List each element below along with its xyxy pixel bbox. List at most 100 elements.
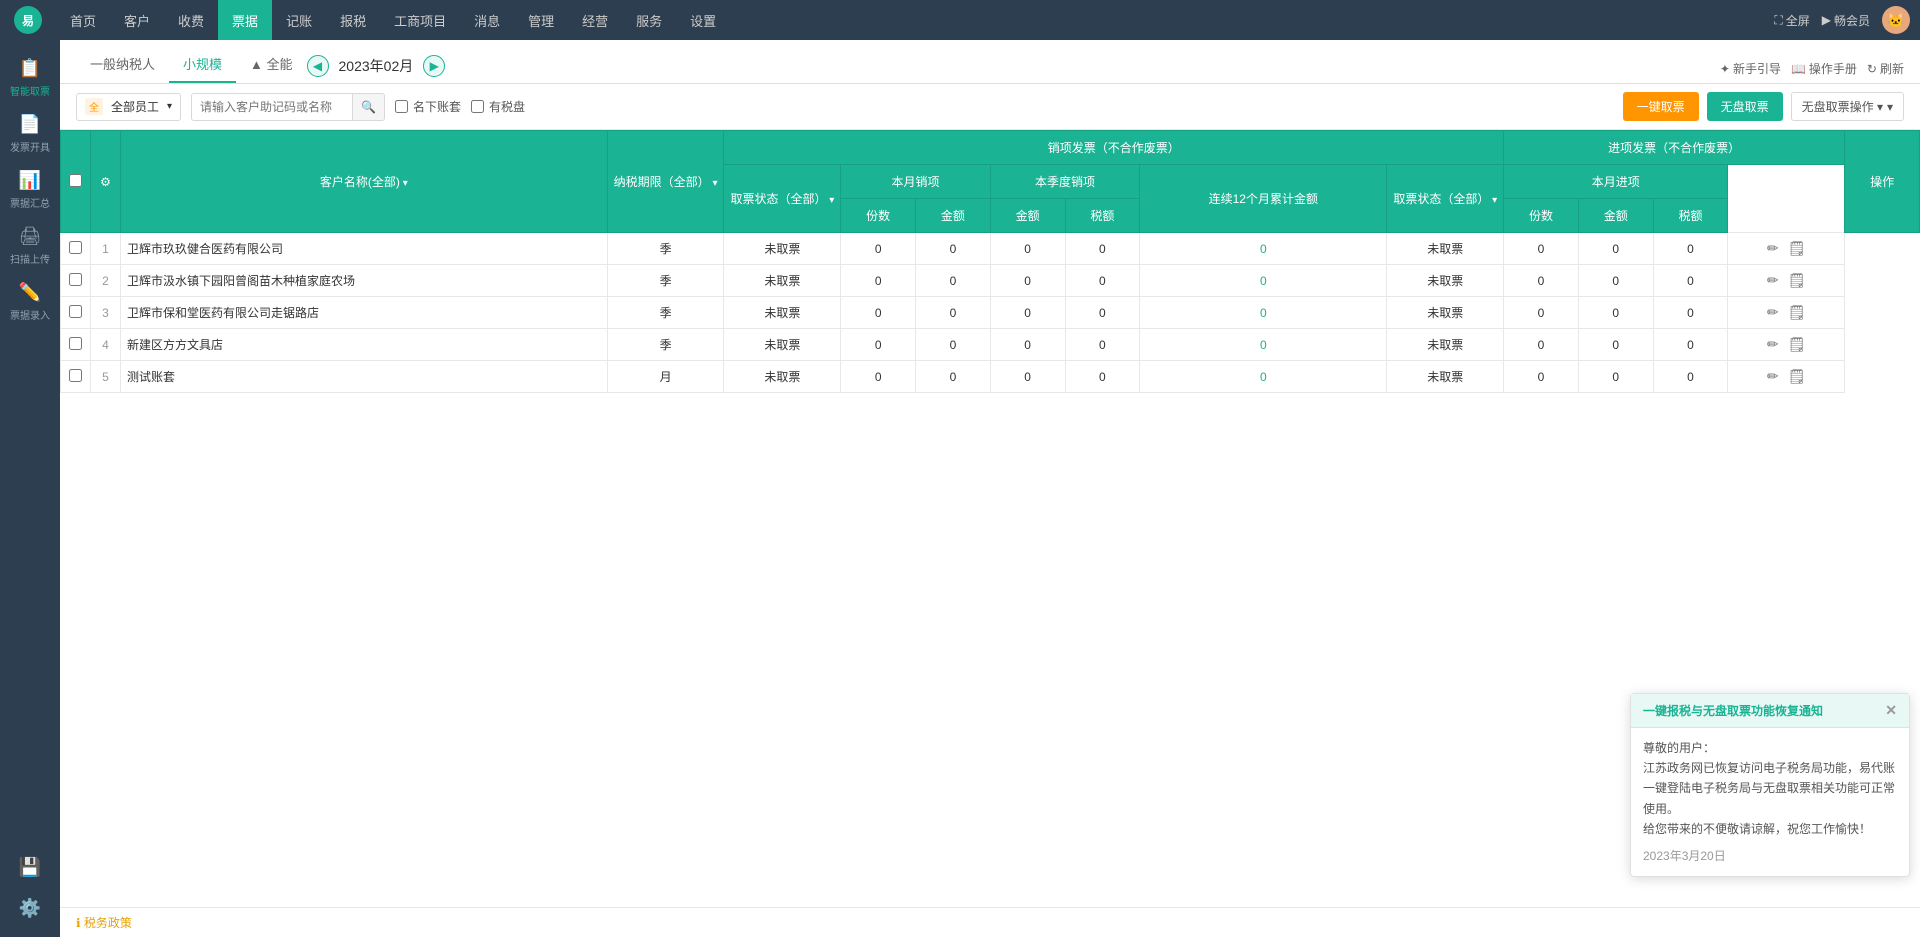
- row-purchase-month-count: 0: [1504, 265, 1579, 297]
- nav-item-工商项目[interactable]: 工商项目: [380, 0, 460, 40]
- th-sales-status[interactable]: 取票状态（全部）: [724, 165, 841, 233]
- sidebar-item-扫描上传[interactable]: 🖨扫描上传: [2, 218, 58, 274]
- diskless-ticket-dropdown-btn[interactable]: 无盘取票操作 ▾ ▾: [1791, 92, 1904, 121]
- notification-close-btn[interactable]: ✕: [1885, 702, 1897, 719]
- detail-icon[interactable]: 🗒: [1788, 240, 1806, 256]
- manual-btn[interactable]: 📖 操作手册: [1791, 60, 1857, 77]
- row-checkbox[interactable]: [69, 241, 82, 254]
- select-all-checkbox[interactable]: [69, 174, 82, 187]
- search-input[interactable]: [192, 96, 352, 118]
- nav-item-收费[interactable]: 收费: [164, 0, 218, 40]
- row-purchase-month-count: 0: [1504, 233, 1579, 265]
- edit-icon[interactable]: ✏: [1767, 336, 1779, 352]
- row-num: 3: [91, 297, 121, 329]
- nav-item-经营[interactable]: 经营: [568, 0, 622, 40]
- nav-item-客户[interactable]: 客户: [110, 0, 164, 40]
- nav-item-服务[interactable]: 服务: [622, 0, 676, 40]
- vip-btn[interactable]: ▶ 畅会员: [1822, 12, 1870, 29]
- tab-general-label: 一般纳税人: [90, 54, 155, 73]
- sales-accumulated-link[interactable]: 0: [1260, 338, 1267, 352]
- detail-icon[interactable]: 🗒: [1788, 304, 1806, 320]
- edit-icon[interactable]: ✏: [1767, 368, 1779, 384]
- tax-policy-link[interactable]: 税务政策: [84, 914, 132, 931]
- edit-icon[interactable]: ✏: [1767, 272, 1779, 288]
- 智能取票-icon: 📋: [19, 58, 41, 79]
- row-checkbox[interactable]: [69, 305, 82, 318]
- detail-icon[interactable]: 🗒: [1788, 368, 1806, 384]
- th-name[interactable]: 客户名称(全部): [121, 131, 608, 233]
- row-sales-accumulated: 0: [1140, 233, 1387, 265]
- my-accounts-filter[interactable]: 名下账套: [395, 98, 461, 115]
- row-sales-status: 未取票: [724, 233, 841, 265]
- sidebar-item-download[interactable]: 💾: [2, 849, 58, 886]
- sales-accumulated-link[interactable]: 0: [1260, 306, 1267, 320]
- edit-icon[interactable]: ✏: [1767, 304, 1779, 320]
- row-sales-month-amount: 0: [916, 361, 991, 393]
- nav-item-首页[interactable]: 首页: [56, 0, 110, 40]
- row-tax-period: 季: [607, 265, 724, 297]
- notification-popup: 一键报税与无盘取票功能恢复通知 ✕ 尊敬的用户： 江苏政务网已恢复访问电子税务局…: [1630, 693, 1910, 877]
- tax-disk-label: 有税盘: [489, 98, 525, 115]
- sidebar-item-settings[interactable]: ⚙️: [2, 890, 58, 927]
- row-tax-period: 季: [607, 297, 724, 329]
- employee-filter[interactable]: 全 全部员工 ▾: [76, 93, 181, 121]
- row-purchase-month-tax: 0: [1653, 265, 1728, 297]
- period-prev-btn[interactable]: ◀: [307, 55, 329, 77]
- sidebar-label: 发票开具: [10, 139, 50, 154]
- sidebar-item-票据汇总[interactable]: 📊票据汇总: [2, 162, 58, 218]
- th-tax-period[interactable]: 纳税期限（全部）: [607, 131, 724, 233]
- nav-item-票据[interactable]: 票据: [218, 0, 272, 40]
- one-click-ticket-btn[interactable]: 一键取票: [1623, 92, 1699, 121]
- tab-omnipotent[interactable]: ▲ 全能: [236, 46, 306, 83]
- nav-item-消息[interactable]: 消息: [460, 0, 514, 40]
- bottom-bar: ℹ 税务政策: [60, 907, 1920, 937]
- table-row: 5 测试账套 月 未取票 0 0 0 0 0 未取票 0 0 0 ✏ 🗒: [61, 361, 1920, 393]
- tax-disk-filter[interactable]: 有税盘: [471, 98, 525, 115]
- period-next-btn[interactable]: ▶: [423, 55, 445, 77]
- fullscreen-label: 全屏: [1786, 12, 1810, 29]
- sidebar-item-票据录入[interactable]: ✏️票据录入: [2, 274, 58, 330]
- table-settings-icon[interactable]: ⚙: [100, 175, 111, 189]
- row-checkbox-cell: [61, 265, 91, 297]
- sales-accumulated-link[interactable]: 0: [1260, 274, 1267, 288]
- tab-right-actions: ✦ 新手引导 📖 操作手册 ↻ 刷新: [1720, 60, 1904, 83]
- tab-small-scale[interactable]: 小规模: [169, 46, 236, 83]
- row-purchase-month-count: 0: [1504, 329, 1579, 361]
- nav-item-设置[interactable]: 设置: [676, 0, 730, 40]
- row-sales-accumulated: 0: [1140, 361, 1387, 393]
- detail-icon[interactable]: 🗒: [1788, 336, 1806, 352]
- refresh-btn[interactable]: ↻ 刷新: [1867, 60, 1904, 77]
- row-num: 2: [91, 265, 121, 297]
- fullscreen-btn[interactable]: ⛶ 全屏: [1774, 12, 1809, 29]
- row-checkbox[interactable]: [69, 273, 82, 286]
- table-row: 2 卫辉市汲水镇下园阳曾阁苗木种植家庭农场 季 未取票 0 0 0 0 0 未取…: [61, 265, 1920, 297]
- sales-accumulated-link[interactable]: 0: [1260, 242, 1267, 256]
- detail-icon[interactable]: 🗒: [1788, 272, 1806, 288]
- row-checkbox[interactable]: [69, 337, 82, 350]
- my-accounts-checkbox[interactable]: [395, 100, 408, 113]
- row-checkbox[interactable]: [69, 369, 82, 382]
- th-s-quarter-amount: 金额: [990, 199, 1065, 233]
- sales-accumulated-link[interactable]: 0: [1260, 370, 1267, 384]
- sidebar-item-智能取票[interactable]: 📋智能取票: [2, 50, 58, 106]
- th-settings: ⚙: [91, 131, 121, 233]
- tab-general-taxpayer[interactable]: 一般纳税人: [76, 46, 169, 83]
- search-button[interactable]: 🔍: [352, 94, 384, 120]
- row-sales-month-count: 0: [841, 297, 916, 329]
- refresh-label: 刷新: [1880, 60, 1904, 77]
- tax-disk-checkbox[interactable]: [471, 100, 484, 113]
- filter-badge: 全: [85, 98, 103, 115]
- diskless-ticket-btn[interactable]: 无盘取票: [1707, 92, 1783, 121]
- nav-item-记账[interactable]: 记账: [272, 0, 326, 40]
- row-purchase-month-amount: 0: [1578, 329, 1653, 361]
- row-name: 卫辉市玖玖健合医药有限公司: [121, 233, 608, 265]
- sidebar-item-发票开具[interactable]: 📄发票开具: [2, 106, 58, 162]
- avatar[interactable]: 🐱: [1882, 6, 1910, 34]
- row-sales-quarter-amount: 0: [990, 361, 1065, 393]
- th-purchase-status[interactable]: 取票状态（全部）: [1387, 165, 1504, 233]
- nav-item-管理[interactable]: 管理: [514, 0, 568, 40]
- th-purchase-group: 进项发票（不合作废票）: [1504, 131, 1845, 165]
- nav-item-报税[interactable]: 报税: [326, 0, 380, 40]
- edit-icon[interactable]: ✏: [1767, 240, 1779, 256]
- guide-btn[interactable]: ✦ 新手引导: [1720, 60, 1781, 77]
